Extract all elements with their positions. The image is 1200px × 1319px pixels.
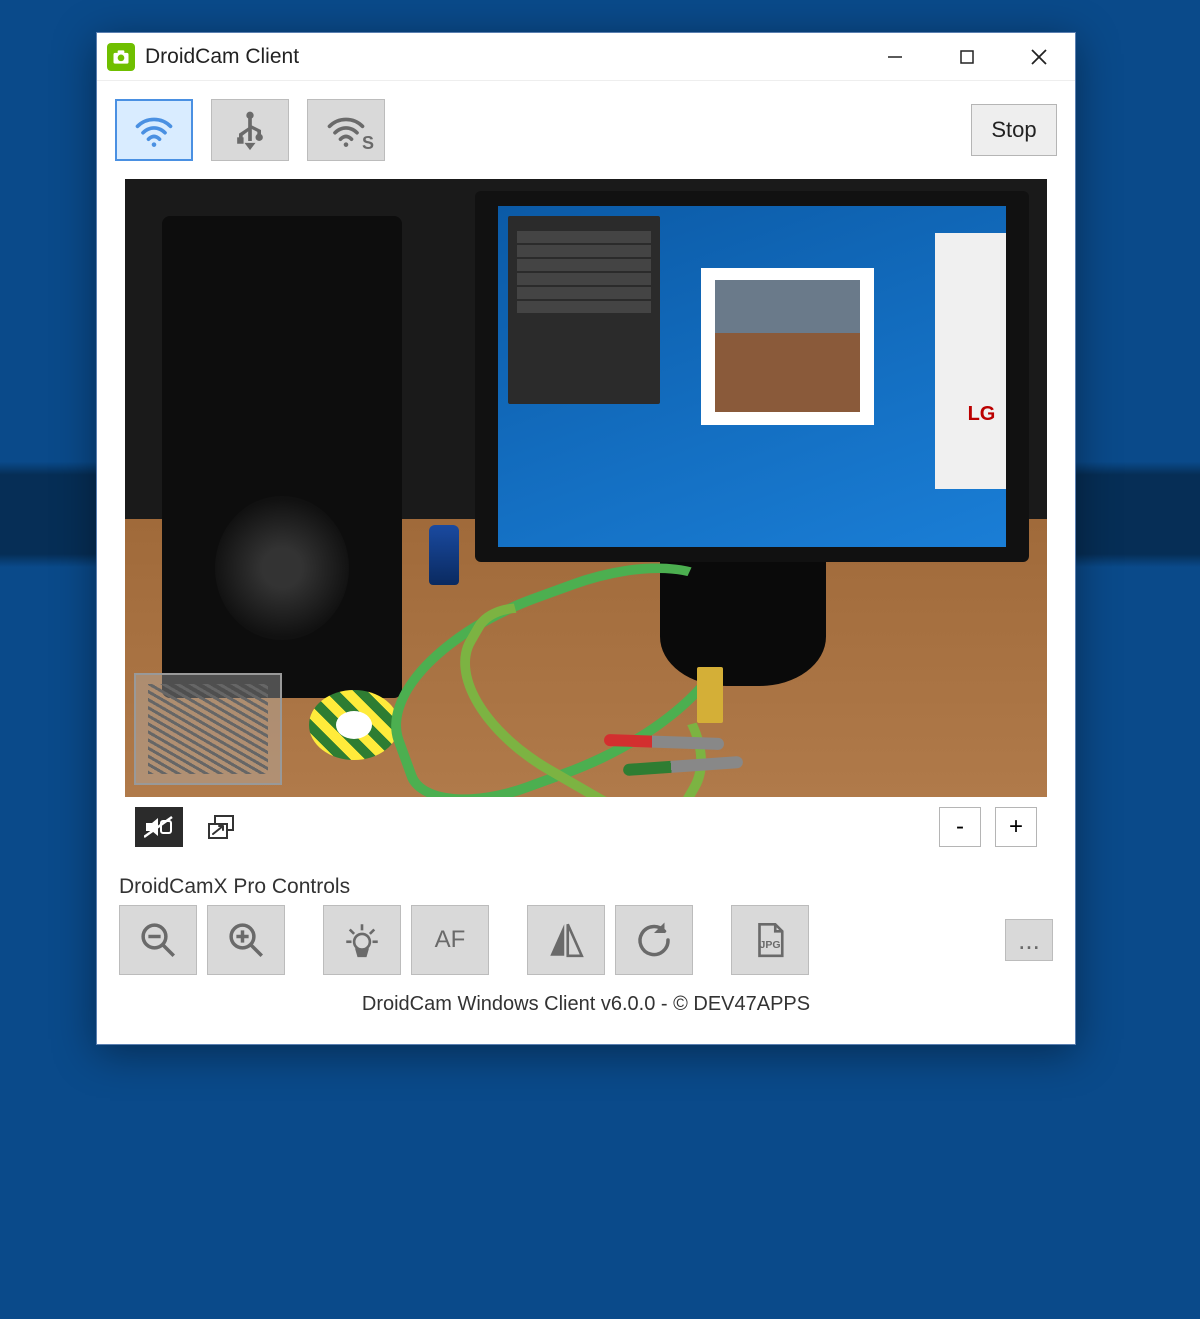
stop-button[interactable]: Stop — [971, 104, 1057, 156]
maximize-button[interactable] — [931, 33, 1003, 81]
pro-autofocus-button[interactable]: AF — [411, 905, 489, 975]
pro-zoom-out-button[interactable] — [119, 905, 197, 975]
connect-wifi-server-button[interactable]: S — [307, 99, 385, 161]
popout-button[interactable] — [197, 807, 245, 847]
preview-controls: - + — [125, 797, 1047, 847]
connect-usb-button[interactable] — [211, 99, 289, 161]
titlebar: DroidCam Client — [97, 33, 1075, 81]
pro-rotate-button[interactable] — [615, 905, 693, 975]
monitor-brand-label: LG — [968, 403, 996, 426]
pro-led-toggle-button[interactable] — [323, 905, 401, 975]
zoom-out-button[interactable]: - — [939, 807, 981, 847]
pro-zoom-in-button[interactable] — [207, 905, 285, 975]
pro-controls-section: DroidCamX Pro Controls — [115, 847, 1057, 979]
zoom-in-button[interactable]: + — [995, 807, 1037, 847]
app-window: DroidCam Client — [96, 32, 1076, 1045]
mute-button[interactable] — [135, 807, 183, 847]
pro-more-button[interactable]: ... — [1005, 919, 1053, 961]
window-title: DroidCam Client — [145, 45, 299, 69]
pro-mirror-button[interactable] — [527, 905, 605, 975]
footer-text: DroidCam Windows Client v6.0.0 - © DEV47… — [115, 979, 1057, 1034]
video-preview: LG — [125, 179, 1047, 797]
connection-toolbar: S Stop — [115, 99, 1057, 161]
close-button[interactable] — [1003, 33, 1075, 81]
pro-controls-label: DroidCamX Pro Controls — [119, 875, 1053, 899]
svg-text:JPG: JPG — [759, 939, 780, 951]
minimize-button[interactable] — [859, 33, 931, 81]
pro-save-jpg-button[interactable]: JPG — [731, 905, 809, 975]
content-area: S Stop LG — [97, 81, 1075, 1044]
app-icon — [107, 43, 135, 71]
connect-wifi-button[interactable] — [115, 99, 193, 161]
wifi-server-badge: S — [362, 133, 374, 154]
